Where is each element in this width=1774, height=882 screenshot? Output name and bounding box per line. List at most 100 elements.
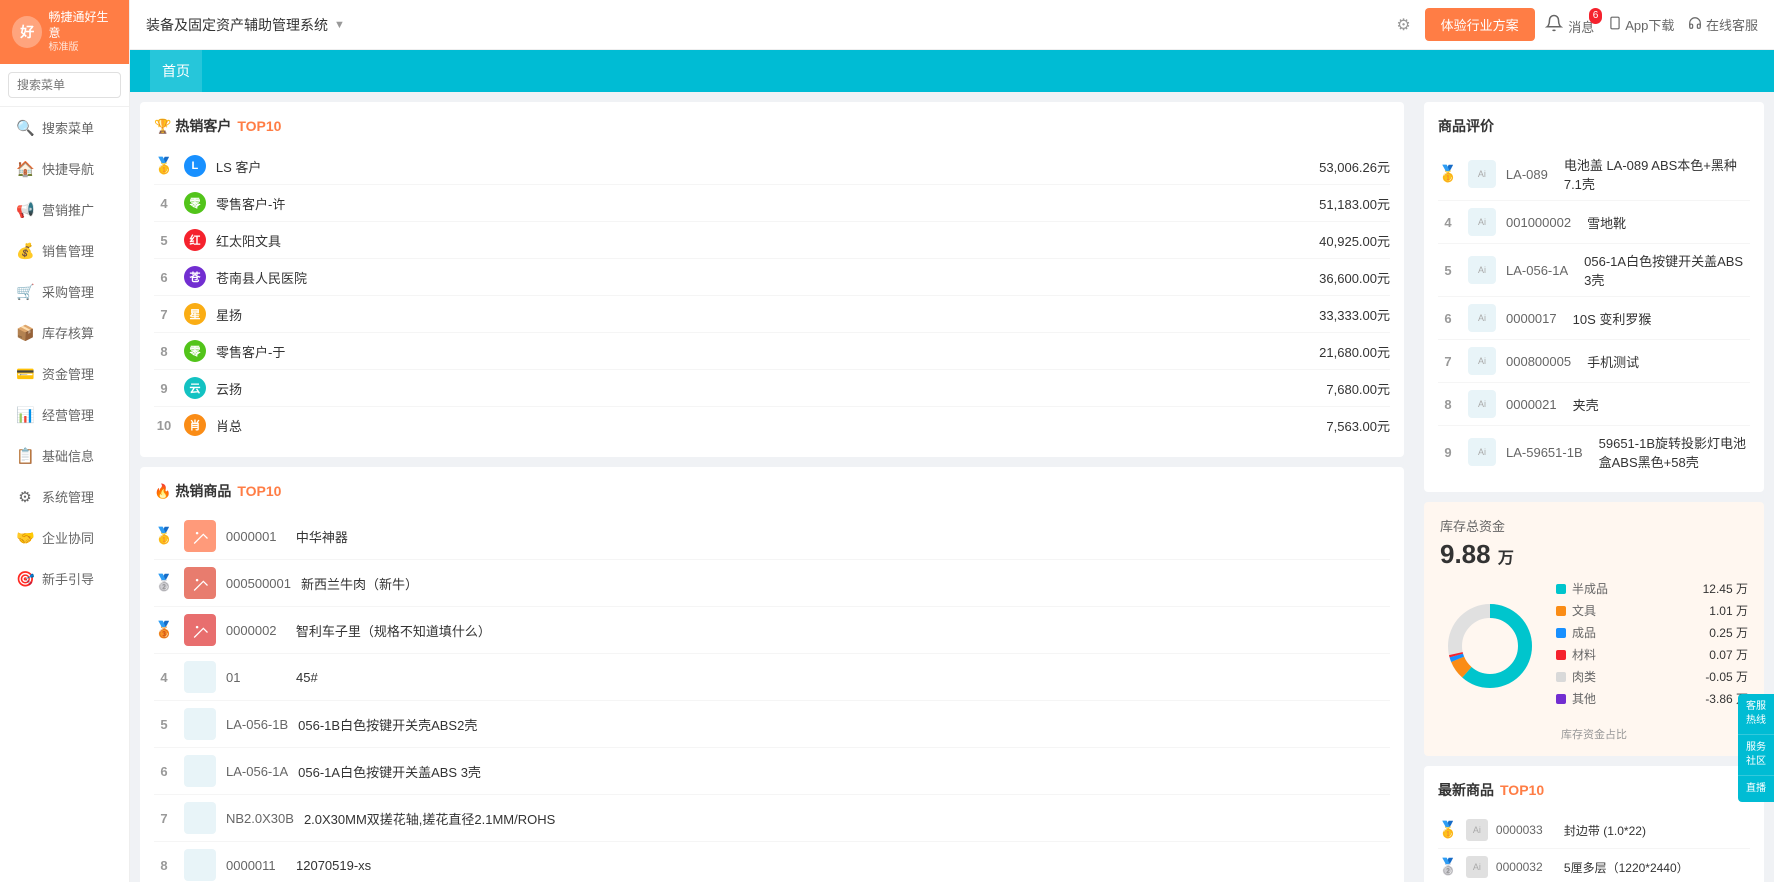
review-row: 🥇 Ai LA-089 电池盖 LA-089 ABS本色+黑种 7.1壳 [1438,148,1750,201]
legend-item-other: 其他 -3.86 万 [1556,690,1748,707]
sidebar-nav: 🔍 搜索菜单 🏠 快捷导航 📢 营销推广 💰 销售管理 🛒 采购管理 📦 库存核… [0,107,129,882]
silver-medal-icon: 🥈 [1438,857,1458,877]
chevron-down-icon[interactable]: ▼ [334,19,345,31]
live-btn[interactable]: 直播 [1738,776,1774,802]
gold-medal-icon: 🥇 [154,156,174,176]
product-name-1: 中华神器 [296,527,1390,546]
chart-legend: 半成品 12.45 万 文具 1.01 万 成品 0.25 万 [1556,580,1748,712]
img-placeholder-icon [190,526,210,546]
sidebar-item-sales[interactable]: 💰 销售管理 [0,230,129,271]
review-code-4: 0000017 [1506,311,1557,326]
sidebar-item-basics[interactable]: 📋 基础信息 [0,435,129,476]
sidebar-item-marketing[interactable]: 📢 营销推广 [0,189,129,230]
sidebar-item-collab[interactable]: 🤝 企业协同 [0,517,129,558]
review-row: 5 Ai LA-056-1A 056-1A白色按键开关盖ABS 3壳 [1438,244,1750,297]
customer-value-5: 33,333.00元 [1319,305,1390,324]
hot-products-list: 🥇 0000001 中华神器 🥈 000500001 新西兰牛肉（新 [154,513,1390,882]
gold-medal-icon: 🥇 [1438,164,1458,184]
online-service-link[interactable]: 在线客服 [1688,15,1758,34]
sidebar-logo: 好 畅捷通好生意 标准版 [0,0,129,64]
sidebar-item-purchase[interactable]: 🛒 采购管理 [0,271,129,312]
money-icon: 💰 [16,242,34,260]
review-code-6: 0000021 [1506,397,1557,412]
bell-icon [1545,14,1563,32]
community-btn[interactable]: 服务社区 [1738,735,1774,776]
newest-avatar-1: Ai [1466,819,1488,841]
sidebar-item-system[interactable]: ⚙ 系统管理 [0,476,129,517]
review-row: 4 Ai 001000002 雪地靴 [1438,201,1750,244]
ranking-row: 🥇 L LS 客户 53,006.26元 [154,148,1390,185]
product-reviews-title: 商品评价 [1438,116,1750,136]
sidebar-item-quicknav[interactable]: 🏠 快捷导航 [0,148,129,189]
headset-icon [1688,16,1702,30]
hot-products-card: 🔥 热销商品 TOP10 🥇 0000001 中华神器 🥈 [140,467,1404,882]
sidebar-search-container [0,64,129,107]
review-name-3: 056-1A白色按键开关盖ABS 3壳 [1584,251,1750,289]
sidebar-item-operations[interactable]: 📊 经营管理 [0,394,129,435]
product-img-3 [184,614,216,646]
review-name-6: 夹壳 [1573,395,1750,414]
app-download-link[interactable]: App下载 [1608,15,1674,34]
product-code-8: 0000011 [226,858,286,873]
product-avatar-3: Ai [1468,256,1496,284]
product-img-8 [184,849,216,881]
rank-badge-6: 零 [184,340,206,362]
inventory-title: 库存总资金 [1440,516,1748,535]
handshake-icon: 🤝 [16,529,34,547]
review-name-1: 电池盖 LA-089 ABS本色+黑种 7.1壳 [1564,155,1750,193]
topbar-title: 装备及固定资产辅助管理系统 ▼ [146,15,1386,35]
customer-name-5: 星扬 [216,305,1309,324]
rank-badge-4: 苍 [184,266,206,288]
customer-value-8: 7,563.00元 [1326,416,1390,435]
newest-row: 🥇 Ai 0000033 封边带 (1.0*22) [1438,812,1750,849]
home-icon: 🏠 [16,160,34,178]
donut-chart [1440,596,1540,696]
chart-icon: 📊 [16,406,34,424]
donut-svg [1440,596,1540,696]
topbar: 装备及固定资产辅助管理系统 ▼ ⚙ 体验行业方案 6 消息 App下载 在线客服 [130,0,1774,50]
sidebar-item-inventory[interactable]: 📦 库存核算 [0,312,129,353]
page-header: 首页 [130,50,1774,92]
legend-item-finished: 成品 0.25 万 [1556,624,1748,641]
settings-icon[interactable]: ⚙ [1396,15,1410,35]
legend-dot-other [1556,694,1566,704]
ranking-row: 5 红 红太阳文具 40,925.00元 [154,222,1390,259]
notification-button[interactable]: 6 消息 [1545,14,1595,36]
product-row: 🥇 0000001 中华神器 [154,513,1390,560]
customer-service-btn[interactable]: 客服热线 [1738,694,1774,735]
customer-value-3: 40,925.00元 [1319,231,1390,250]
panel-right: 商品评价 🥇 Ai LA-089 电池盖 LA-089 ABS本色+黑种 7.1… [1414,92,1774,882]
product-img-1 [184,520,216,552]
product-code-3: 0000002 [226,623,286,638]
home-tab[interactable]: 首页 [150,50,202,92]
product-img-4 [184,661,216,693]
inventory-card: 库存总资金 9.88 万 [1424,502,1764,756]
review-row: 7 Ai 000800005 手机测试 [1438,340,1750,383]
customer-value-1: 53,006.26元 [1319,157,1390,176]
customer-value-6: 21,680.00元 [1319,342,1390,361]
box-icon: 📦 [16,324,34,342]
img-placeholder-icon [190,620,210,640]
sidebar-item-guide[interactable]: 🎯 新手引导 [0,558,129,599]
ranking-row: 4 零 零售客户-许 51,183.00元 [154,185,1390,222]
sidebar-item-finance[interactable]: 💳 资金管理 [0,353,129,394]
review-code-3: LA-056-1A [1506,263,1568,278]
search-input[interactable] [8,72,121,98]
customer-name-6: 零售客户-于 [216,342,1309,361]
review-row: 6 Ai 0000017 10S 变利罗猴 [1438,297,1750,340]
product-code-5: LA-056-1B [226,717,288,732]
sidebar-item-search[interactable]: 🔍 搜索菜单 [0,107,129,148]
review-code-1: LA-089 [1506,167,1548,182]
hot-products-title: 🔥 热销商品 TOP10 [154,481,1390,501]
product-avatar-6: Ai [1468,390,1496,418]
review-name-7: 59651-1B旋转投影灯电池盒ABS黑色+58壳 [1599,433,1750,471]
product-name-3: 智利车子里（规格不知道填什么） [296,621,1390,640]
product-img-6 [184,755,216,787]
product-name-8: 12070519-xs [296,858,1390,873]
product-row: 7 NB2.0X30B 2.0X30MM双搓花轴,搓花直径2.1MM/ROHS [154,795,1390,842]
newest-products-card: 最新商品 TOP10 🥇 Ai 0000033 封边带 (1.0*22) 🥈 A… [1424,766,1764,882]
product-img-2 [184,567,216,599]
card-icon: 💳 [16,365,34,383]
customer-value-7: 7,680.00元 [1326,379,1390,398]
trial-button[interactable]: 体验行业方案 [1425,8,1535,41]
